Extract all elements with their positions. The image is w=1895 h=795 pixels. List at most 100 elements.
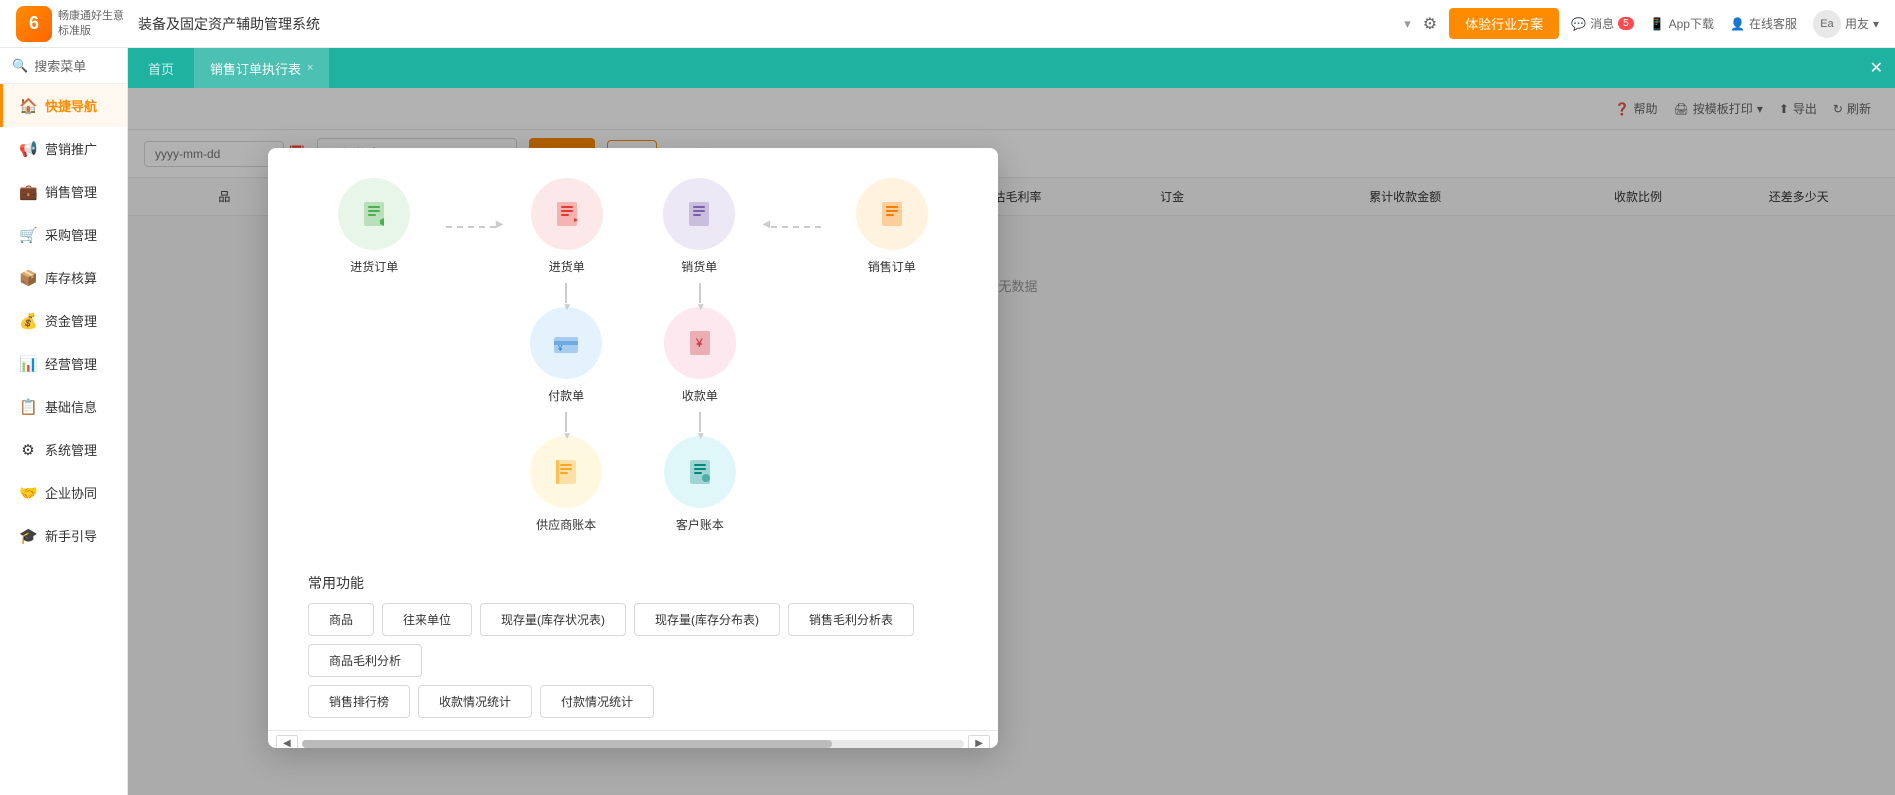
- scrollbar-row: ◀ ▶: [268, 730, 998, 748]
- top-bar-actions: 💬 消息 5 📱 App下载 👤 在线客服 Ea 用友 ▾: [1571, 10, 1879, 38]
- flow-node-sales-bill[interactable]: 销货单: [633, 178, 766, 275]
- search-icon: 🔍: [12, 58, 28, 74]
- sidebar-item-collab[interactable]: 🤝 企业协同: [0, 471, 127, 514]
- func-btn-counterpart[interactable]: 往来单位: [382, 603, 472, 636]
- system-icon: ⚙: [19, 441, 37, 459]
- sidebar-item-system[interactable]: ⚙ 系统管理: [0, 428, 127, 471]
- func-btn-inventory-dist[interactable]: 现存量(库存分布表): [634, 603, 780, 636]
- flow-node-purchase-bill[interactable]: 进货单: [501, 178, 634, 275]
- user-menu[interactable]: Ea 用友 ▾: [1813, 10, 1879, 38]
- search-menu-button[interactable]: 🔍 搜索菜单: [0, 48, 127, 84]
- arrow-h-1: [441, 226, 501, 228]
- online-service-button[interactable]: 👤 在线客服: [1730, 15, 1797, 32]
- marketing-icon: 📢: [19, 140, 37, 158]
- func-btn-product[interactable]: 商品: [308, 603, 374, 636]
- arrow-v-receipt: [699, 412, 701, 432]
- supplier-ledger-circle: [530, 436, 602, 508]
- message-icon: 💬: [1571, 17, 1586, 31]
- func-buttons-row-2: 销售排行榜 收款情况统计 付款情况统计: [308, 685, 958, 718]
- tab-close-button[interactable]: ×: [307, 62, 313, 74]
- func-btn-payment-stats[interactable]: 付款情况统计: [540, 685, 654, 718]
- message-button[interactable]: 💬 消息 5: [1571, 15, 1634, 32]
- trial-button[interactable]: 体验行业方案: [1449, 8, 1559, 39]
- operations-icon: 📊: [19, 355, 37, 373]
- sidebar-item-inventory[interactable]: 📦 库存核算: [0, 256, 127, 299]
- arrow-v-sales: [699, 283, 701, 303]
- logo-area: 6 畅康通好生意 标准版: [16, 6, 126, 42]
- sidebar-item-newbie[interactable]: 🎓 新手引导: [0, 514, 127, 557]
- close-window-button[interactable]: ✕: [1870, 58, 1883, 78]
- func-btn-product-gross[interactable]: 商品毛利分析: [308, 644, 422, 677]
- settings-button[interactable]: ⚙: [1423, 14, 1437, 34]
- common-functions-section: 常用功能 商品 往来单位 现存量(库存状况表) 现存量(库存分布表) 销售毛利分…: [268, 561, 998, 730]
- scroll-track[interactable]: [302, 740, 965, 748]
- sidebar-item-sales[interactable]: 💼 销售管理: [0, 170, 127, 213]
- scroll-thumb: [302, 740, 832, 748]
- func-btn-sales-gross[interactable]: 销售毛利分析表: [788, 603, 914, 636]
- main-content: ❓ 帮助 🖨 按模板打印 ▾ ⬆ 导出 ↻ 刷新: [128, 88, 1895, 795]
- content-area: 首页 销售订单执行表 × ✕ ❓ 帮助: [128, 48, 1895, 795]
- func-btn-inventory-status[interactable]: 现存量(库存状况表): [480, 603, 626, 636]
- arrow-h-2: ◀: [766, 226, 826, 228]
- svg-text:¥: ¥: [557, 344, 563, 353]
- sales-icon: 💼: [19, 183, 37, 201]
- flow-row-1: 进货订单: [308, 178, 958, 275]
- arrow-v-purchase: [565, 283, 567, 303]
- customer-ledger-circle: [664, 436, 736, 508]
- service-icon: 👤: [1730, 17, 1745, 31]
- tab-sales-order[interactable]: 销售订单执行表 ×: [194, 48, 329, 88]
- flow-node-supplier-ledger[interactable]: 供应商账本: [499, 436, 633, 533]
- purchase-bill-circle: [531, 178, 603, 250]
- sidebar-item-operations[interactable]: 📊 经营管理: [0, 342, 127, 385]
- arrow-row-1: [308, 283, 958, 303]
- arrow-v-payment: [565, 412, 567, 432]
- common-functions-title: 常用功能: [308, 573, 958, 593]
- user-dropdown-arrow: ▾: [1873, 17, 1879, 31]
- scroll-left-button[interactable]: ◀: [276, 735, 298, 748]
- sales-order-circle: [856, 178, 928, 250]
- svg-text:¥: ¥: [695, 336, 703, 350]
- func-btn-receipt-stats[interactable]: 收款情况统计: [418, 685, 532, 718]
- sidebar-item-quick-nav[interactable]: 🏠 快捷导航: [0, 84, 127, 127]
- sidebar-item-basic-info[interactable]: 📋 基础信息: [0, 385, 127, 428]
- system-title: 装备及固定资产辅助管理系统: [138, 14, 1392, 34]
- func-buttons-row: 商品 往来单位 现存量(库存状况表) 现存量(库存分布表) 销售毛利分析表 商品…: [308, 603, 958, 677]
- sidebar-item-purchase[interactable]: 🛒 采购管理: [0, 213, 127, 256]
- flow-node-purchase-order[interactable]: 进货订单: [308, 178, 441, 275]
- scroll-right-button[interactable]: ▶: [968, 735, 990, 748]
- purchase-order-circle: [338, 178, 410, 250]
- sidebar-item-marketing[interactable]: 📢 营销推广: [0, 127, 127, 170]
- dropdown-arrow[interactable]: ▾: [1404, 16, 1411, 32]
- quick-nav-modal: 进货订单: [268, 148, 998, 748]
- receipt-circle: ¥: [664, 307, 736, 379]
- logo-text: 畅康通好生意 标准版: [58, 9, 124, 38]
- flow-node-customer-ledger[interactable]: 客户账本: [633, 436, 767, 533]
- sidebar: 🔍 搜索菜单 🏠 快捷导航 📢 营销推广 💼 销售管理 🛒 采购管理 📦: [0, 48, 128, 795]
- flow-node-payment[interactable]: ¥ 付款单: [499, 307, 633, 404]
- basic-info-icon: 📋: [19, 398, 37, 416]
- newbie-icon: 🎓: [19, 527, 37, 545]
- flowchart-area: 进货订单: [268, 148, 998, 561]
- purchase-icon: 🛒: [19, 226, 37, 244]
- home-icon: 🏠: [19, 97, 37, 115]
- sales-bill-circle: [663, 178, 735, 250]
- finance-icon: 💰: [19, 312, 37, 330]
- sidebar-item-finance[interactable]: 💰 资金管理: [0, 299, 127, 342]
- func-btn-sales-rank[interactable]: 销售排行榜: [308, 685, 410, 718]
- flow-row-3: 供应商账本: [308, 436, 958, 533]
- flow-node-sales-order[interactable]: 销售订单: [826, 178, 959, 275]
- phone-icon: 📱: [1650, 17, 1665, 31]
- payment-circle: ¥: [530, 307, 602, 379]
- collab-icon: 🤝: [19, 484, 37, 502]
- arrow-row-2: [308, 412, 958, 432]
- app-download-button[interactable]: 📱 App下载: [1650, 15, 1714, 32]
- inventory-icon: 📦: [19, 269, 37, 287]
- modal-overlay: 进货订单: [128, 88, 1895, 795]
- logo-icon: 6: [16, 6, 52, 42]
- tab-home[interactable]: 首页: [128, 48, 194, 88]
- message-badge: 5: [1618, 17, 1634, 30]
- avatar: Ea: [1813, 10, 1841, 38]
- flow-row-2: ¥ 付款单: [308, 307, 958, 404]
- flow-node-receipt[interactable]: ¥ 收款单: [633, 307, 767, 404]
- tab-bar: 首页 销售订单执行表 × ✕: [128, 48, 1895, 88]
